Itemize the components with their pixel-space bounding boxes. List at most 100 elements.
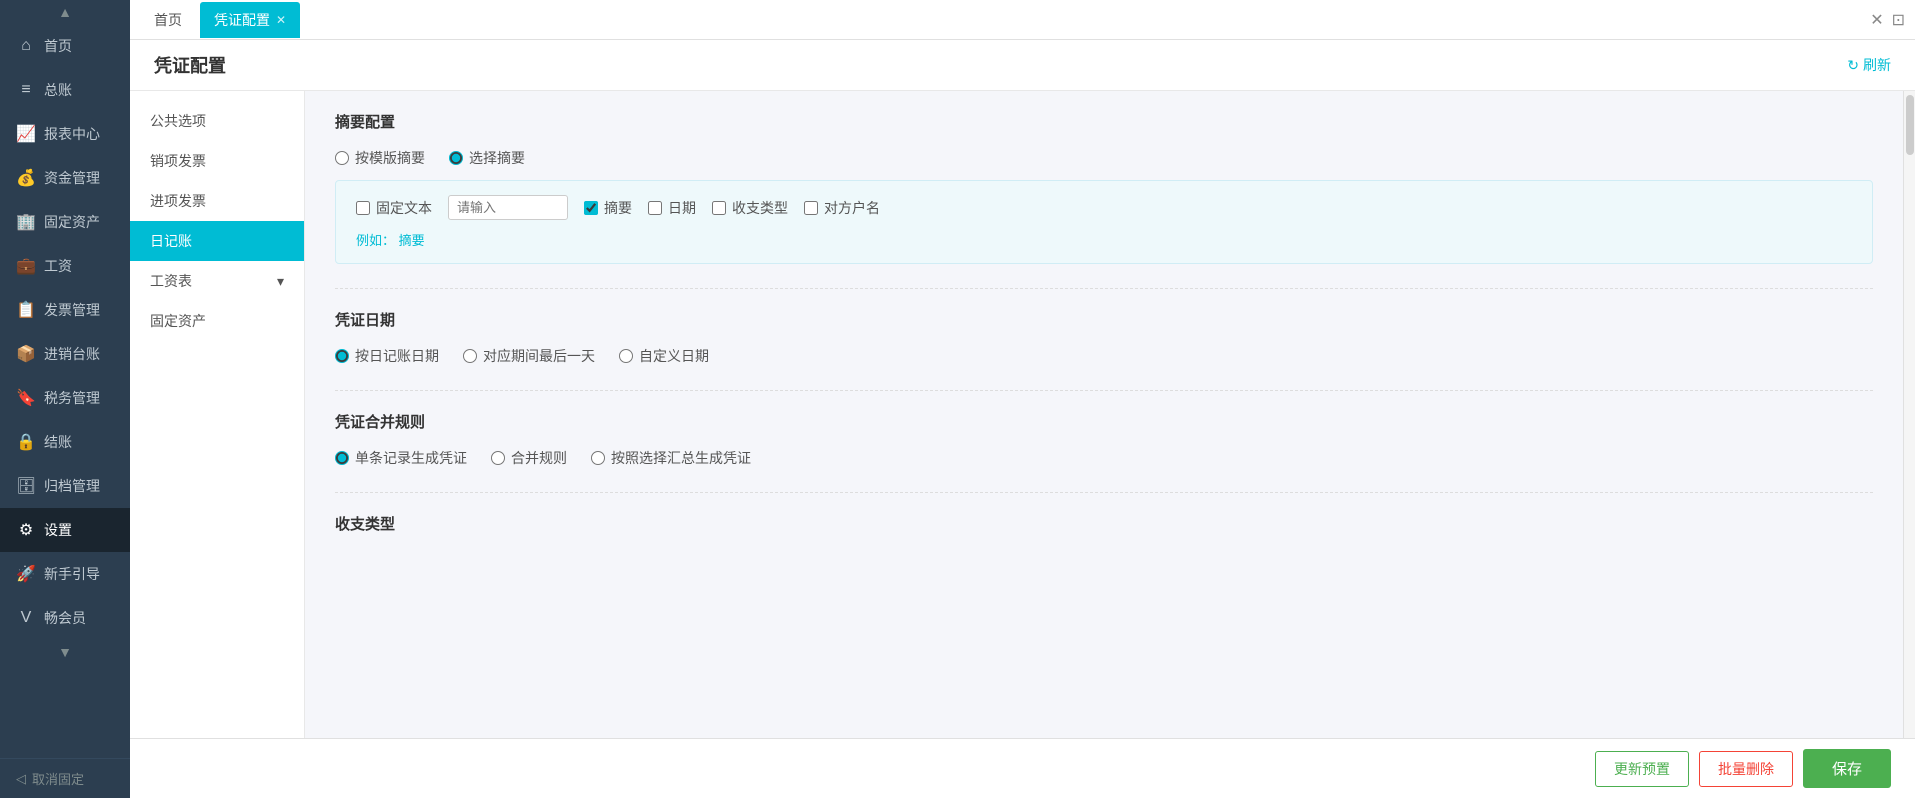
summary-checkbox-label[interactable]: 摘要 <box>584 198 632 218</box>
guide-icon: 🚀 <box>16 564 36 584</box>
left-nav-payroll-table[interactable]: 工资表 ▾ <box>130 261 304 301</box>
invoice-icon: 📋 <box>16 300 36 320</box>
summary-checkbox[interactable] <box>584 201 598 215</box>
by-journal-date-radio[interactable] <box>335 349 349 363</box>
date-checkbox-label[interactable]: 日期 <box>648 198 696 218</box>
summary-section: 摘要配置 按模版摘要 选择摘要 <box>335 111 1873 289</box>
custom-date-option[interactable]: 自定义日期 <box>619 346 709 366</box>
sidebar-unpin[interactable]: ◁ 取消固定 <box>0 758 130 798</box>
closing-icon: 🔒 <box>16 432 36 452</box>
income-type-title: 收支类型 <box>335 513 1873 534</box>
merge-rules-radio-group: 单条记录生成凭证 合并规则 按照选择汇总生成凭证 <box>335 448 1873 468</box>
assets-icon: 🏢 <box>16 212 36 232</box>
refresh-icon: ↻ <box>1847 57 1859 74</box>
sidebar-item-guide[interactable]: 🚀 新手引导 <box>0 552 130 596</box>
income-type-section: 收支类型 <box>335 513 1873 574</box>
funds-icon: 💰 <box>16 168 36 188</box>
merge-rules-radio[interactable] <box>491 451 505 465</box>
sidebar-scroll-down[interactable]: ▼ <box>0 640 130 664</box>
template-summary-option[interactable]: 按模版摘要 <box>335 148 425 168</box>
select-merge-radio[interactable] <box>591 451 605 465</box>
content-area: 凭证配置 ↻ 刷新 公共选项 销项发票 进项发票 日记账 <box>130 40 1915 798</box>
fixed-text-checkbox[interactable] <box>356 201 370 215</box>
pin-icon: ◁ <box>16 771 26 787</box>
layout-scrollbar[interactable] <box>1903 91 1915 738</box>
tab-bar: 首页 凭证配置 ✕ ✕ ⊡ <box>130 0 1915 40</box>
scrollbar-thumb[interactable] <box>1906 95 1914 155</box>
counterparty-checkbox-label[interactable]: 对方户名 <box>804 198 880 218</box>
minimize-button[interactable]: ✕ <box>1870 10 1883 30</box>
sidebar: ▲ ⌂ 首页 ≡ 总账 📈 报表中心 💰 资金管理 🏢 固定资产 💼 工资 📋 … <box>0 0 130 798</box>
sidebar-item-sales[interactable]: 📦 进销台账 <box>0 332 130 376</box>
left-nav-purchase-invoice[interactable]: 进项发票 <box>130 181 304 221</box>
sidebar-item-payroll[interactable]: 💼 工资 <box>0 244 130 288</box>
settings-icon: ⚙ <box>16 520 36 540</box>
template-summary-radio[interactable] <box>335 151 349 165</box>
page-header: 凭证配置 ↻ 刷新 <box>130 40 1915 91</box>
sidebar-scroll-up[interactable]: ▲ <box>0 0 130 24</box>
vip-icon: V <box>16 609 36 627</box>
by-journal-date-option[interactable]: 按日记账日期 <box>335 346 439 366</box>
tab-voucher[interactable]: 凭证配置 ✕ <box>200 2 300 38</box>
sidebar-item-assets[interactable]: 🏢 固定资产 <box>0 200 130 244</box>
sidebar-item-report[interactable]: 📈 报表中心 <box>0 112 130 156</box>
sidebar-item-vip[interactable]: V 畅会员 <box>0 596 130 640</box>
select-summary-radio[interactable] <box>449 151 463 165</box>
custom-date-radio[interactable] <box>619 349 633 363</box>
maximize-button[interactable]: ⊡ <box>1892 10 1905 30</box>
tab-close-voucher[interactable]: ✕ <box>276 13 286 27</box>
voucher-date-title: 凭证日期 <box>335 309 1873 330</box>
last-day-radio[interactable] <box>463 349 477 363</box>
checkbox-row: 固定文本 摘要 日期 <box>356 195 1852 220</box>
sidebar-item-settings[interactable]: ⚙ 设置 <box>0 508 130 552</box>
batch-delete-button[interactable]: 批量删除 <box>1699 751 1793 787</box>
sidebar-item-archive[interactable]: 🗄 归档管理 <box>0 464 130 508</box>
sidebar-item-tax[interactable]: 🔖 税务管理 <box>0 376 130 420</box>
summary-title: 摘要配置 <box>335 111 1873 132</box>
bottom-bar: 更新预置 批量删除 保存 <box>130 738 1915 798</box>
counterparty-checkbox[interactable] <box>804 201 818 215</box>
sidebar-item-ledger[interactable]: ≡ 总账 <box>0 68 130 112</box>
voucher-date-section: 凭证日期 按日记账日期 对应期间最后一天 自定义日期 <box>335 309 1873 391</box>
right-panel: 摘要配置 按模版摘要 选择摘要 <box>305 91 1903 738</box>
ledger-icon: ≡ <box>16 81 36 99</box>
sidebar-item-funds[interactable]: 💰 资金管理 <box>0 156 130 200</box>
sales-icon: 📦 <box>16 344 36 364</box>
update-preview-button[interactable]: 更新预置 <box>1595 751 1689 787</box>
tab-actions: ✕ ⊡ <box>1870 10 1905 30</box>
fixed-text-checkbox-label[interactable]: 固定文本 <box>356 198 432 218</box>
left-nav-public[interactable]: 公共选项 <box>130 101 304 141</box>
fixed-text-input[interactable] <box>448 195 568 220</box>
left-nav-journal[interactable]: 日记账 <box>130 221 304 261</box>
merge-rules-section: 凭证合并规则 单条记录生成凭证 合并规则 按照选择汇总生成凭证 <box>335 411 1873 493</box>
home-icon: ⌂ <box>16 37 36 55</box>
merge-rules-title: 凭证合并规则 <box>335 411 1873 432</box>
summary-options-box: 固定文本 摘要 日期 <box>335 180 1873 264</box>
left-nav: 公共选项 销项发票 进项发票 日记账 工资表 ▾ 固定资产 <box>130 91 305 738</box>
chevron-down-icon: ▾ <box>277 273 284 290</box>
income-type-checkbox-label[interactable]: 收支类型 <box>712 198 788 218</box>
report-icon: 📈 <box>16 124 36 144</box>
refresh-button[interactable]: ↻ 刷新 <box>1847 55 1891 75</box>
page-title: 凭证配置 <box>154 52 226 78</box>
income-type-checkbox[interactable] <box>712 201 726 215</box>
select-merge-option[interactable]: 按照选择汇总生成凭证 <box>591 448 751 468</box>
single-record-radio[interactable] <box>335 451 349 465</box>
sidebar-item-invoice[interactable]: 📋 发票管理 <box>0 288 130 332</box>
sidebar-item-closing[interactable]: 🔒 结账 <box>0 420 130 464</box>
sidebar-item-home[interactable]: ⌂ 首页 <box>0 24 130 68</box>
single-record-option[interactable]: 单条记录生成凭证 <box>335 448 467 468</box>
last-day-option[interactable]: 对应期间最后一天 <box>463 346 595 366</box>
tab-home[interactable]: 首页 <box>140 2 196 38</box>
date-checkbox[interactable] <box>648 201 662 215</box>
layout: 公共选项 销项发票 进项发票 日记账 工资表 ▾ 固定资产 <box>130 91 1915 738</box>
left-nav-fixed-assets[interactable]: 固定资产 <box>130 301 304 341</box>
left-nav-sales-invoice[interactable]: 销项发票 <box>130 141 304 181</box>
payroll-icon: 💼 <box>16 256 36 276</box>
select-summary-option[interactable]: 选择摘要 <box>449 148 525 168</box>
archive-icon: 🗄 <box>16 476 36 496</box>
merge-rules-option[interactable]: 合并规则 <box>491 448 567 468</box>
main-area: 首页 凭证配置 ✕ ✕ ⊡ 凭证配置 ↻ 刷新 公共选项 <box>130 0 1915 798</box>
save-button[interactable]: 保存 <box>1803 749 1891 788</box>
tax-icon: 🔖 <box>16 388 36 408</box>
